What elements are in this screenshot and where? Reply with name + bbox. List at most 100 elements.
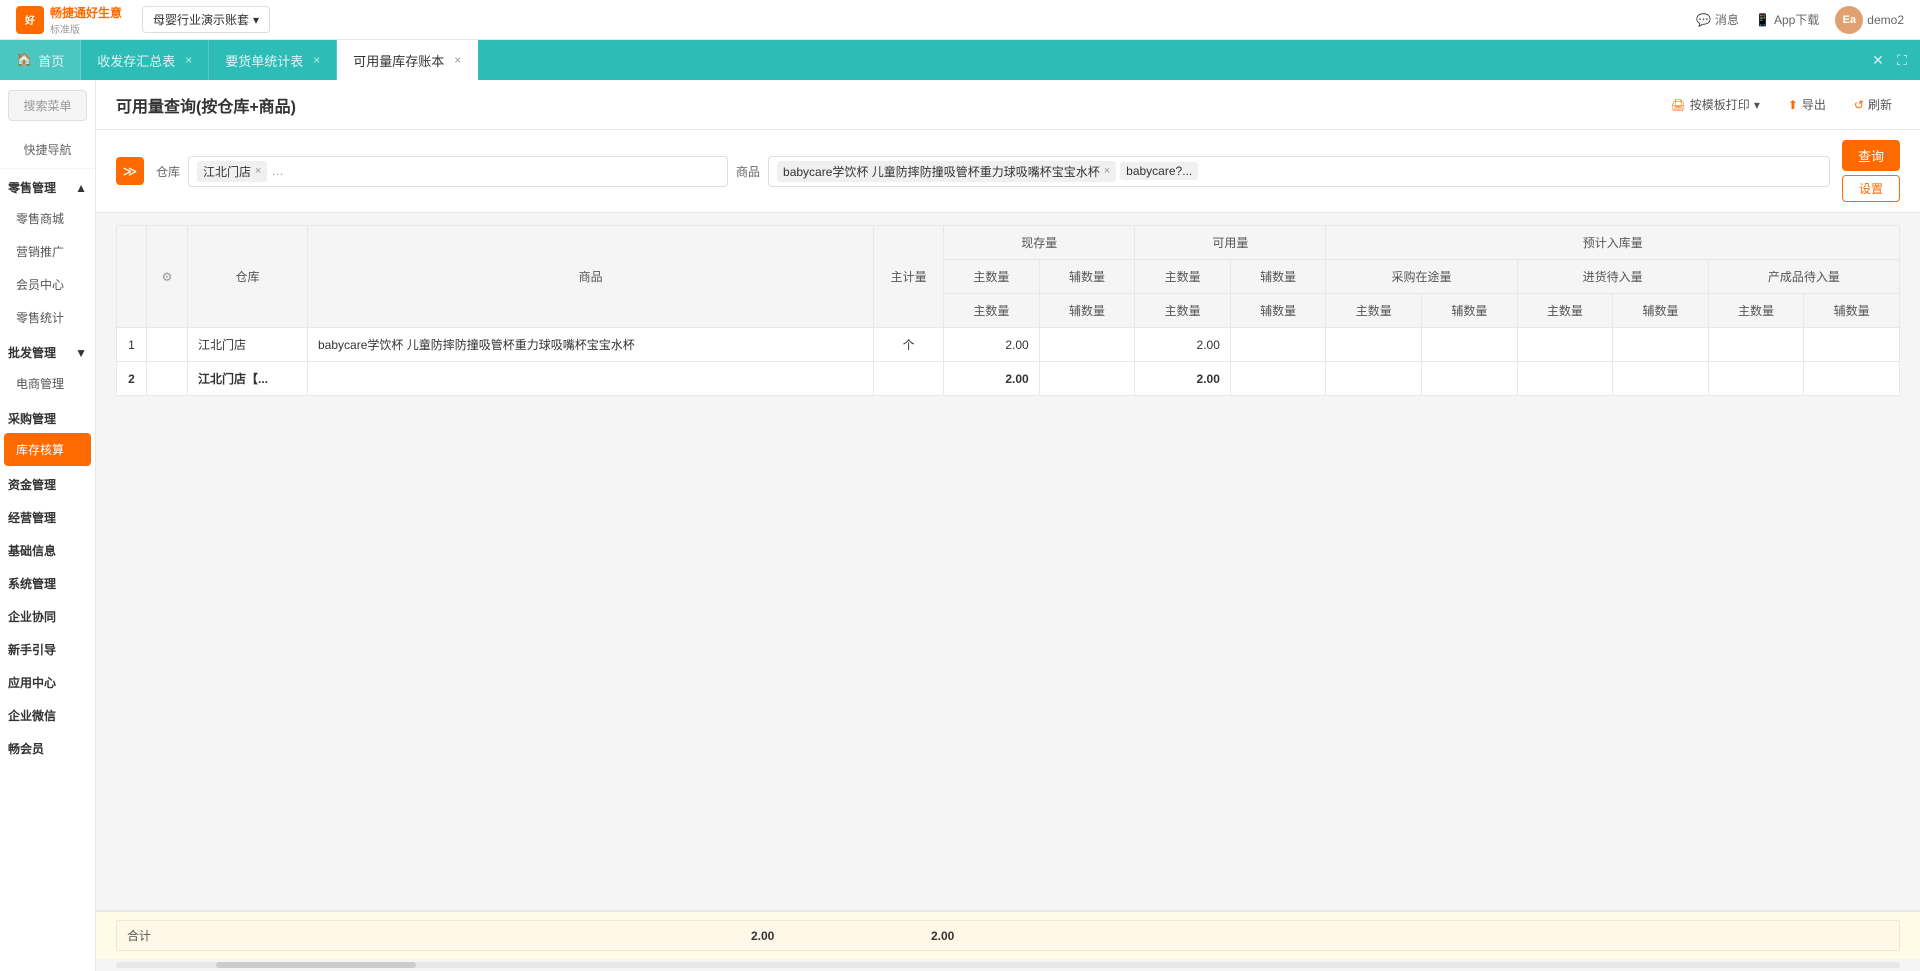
product-filter-input[interactable]: babycare学饮杯 儿童防摔防撞吸管杯重力球吸嘴杯宝宝水杯 × babyca…	[768, 156, 1830, 187]
sidebar-item-ecommerce[interactable]: 电商管理	[0, 367, 95, 400]
user-area[interactable]: Ea demo2	[1835, 6, 1904, 34]
th-purchase-transit: 采购在途量	[1326, 260, 1517, 294]
product-tag2-text: babycare?...	[1126, 164, 1192, 178]
row1-product: babycare学饮杯 儿童防摔防撞吸管杯重力球吸嘴杯宝宝水杯	[308, 328, 874, 362]
tab-available-ledger[interactable]: 可用量库存账本 ×	[337, 40, 478, 80]
sidebar-item-marketing[interactable]: 营销推广	[0, 235, 95, 268]
th-purchase-pending: 进货待入量	[1517, 260, 1708, 294]
table-row: 2 江北门店【... 2.00 2.00	[117, 362, 1900, 396]
warehouse-tag-close[interactable]: ×	[255, 165, 261, 177]
sidebar-quick-nav[interactable]: 快捷导航	[0, 131, 95, 169]
tab-home[interactable]: 🏠 首页	[0, 40, 81, 80]
th-pp-main: 主数量	[1517, 294, 1613, 328]
close-window-btn[interactable]: ✕	[1870, 52, 1886, 68]
sidebar-section-basic[interactable]: 基础信息	[0, 532, 95, 565]
chevron-down-icon: ▾	[253, 13, 259, 27]
appstore-section-label: 应用中心	[8, 674, 56, 691]
row2-num: 2	[117, 362, 147, 396]
tab-receive-summary[interactable]: 收发存汇总表 ×	[81, 40, 209, 80]
filter-toggle-btn[interactable]: ≫	[116, 157, 144, 185]
product-tag-babycare2: babycare?...	[1120, 162, 1198, 180]
home-icon: 🏠	[16, 52, 32, 68]
filter-actions: 查询 设置	[1842, 140, 1900, 202]
row1-current-aux	[1039, 328, 1135, 362]
sidebar-section-system[interactable]: 系统管理	[0, 565, 95, 598]
wechat-section-label: 企业微信	[8, 707, 56, 724]
sidebar-section-enterprise[interactable]: 企业协同	[0, 598, 95, 631]
print-btn[interactable]: 🖨 按模板打印 ▾	[1663, 92, 1768, 117]
tab-home-label: 首页	[38, 51, 64, 70]
warehouse-tag-text: 江北门店	[203, 163, 251, 180]
product-tag-close[interactable]: ×	[1104, 165, 1110, 177]
row1-current-main: 2.00	[944, 328, 1040, 362]
footer-available-main: 2.00	[854, 929, 954, 943]
app-download-label: App下载	[1774, 11, 1819, 28]
query-button[interactable]: 查询	[1842, 140, 1900, 171]
row2-unit	[874, 362, 944, 396]
horizontal-scrollbar[interactable]	[96, 959, 1920, 971]
sidebar-item-retail-stats[interactable]: 零售统计	[0, 301, 95, 334]
product-tag-text: babycare学饮杯 儿童防摔防撞吸管杯重力球吸嘴杯宝宝水杯	[783, 163, 1100, 180]
retail-section-label: 零售管理	[8, 179, 56, 196]
footer-label: 合计	[127, 927, 207, 944]
sidebar-section-retail[interactable]: 零售管理 ▲	[0, 169, 95, 202]
export-label: 导出	[1802, 96, 1826, 113]
setting-button[interactable]: 设置	[1842, 175, 1900, 202]
top-bar: 好 畅捷通好生意 标准版 母婴行业演示账套 ▾ 💬 消息 📱 App下载 Ea …	[0, 0, 1920, 40]
refresh-btn[interactable]: ↺ 刷新	[1846, 92, 1900, 117]
row1-pp-aux	[1613, 328, 1709, 362]
avatar: Ea	[1835, 6, 1863, 34]
scroll-thumb[interactable]	[216, 962, 416, 968]
sidebar-section-wechat[interactable]: 企业微信	[0, 697, 95, 730]
top-bar-left: 好 畅捷通好生意 标准版 母婴行业演示账套 ▾	[16, 4, 270, 36]
wholesale-expand-icon: ▼	[75, 346, 87, 360]
export-icon: ⬆	[1788, 98, 1798, 112]
tab-receive-summary-close[interactable]: ×	[185, 53, 192, 67]
sidebar-section-vip[interactable]: 畅会员	[0, 730, 95, 763]
th-pp-aux: 辅数量	[1613, 294, 1709, 328]
tab-order-stats[interactable]: 要货单统计表 ×	[209, 40, 337, 80]
print-label: 按模板打印	[1690, 96, 1750, 113]
th-available-aux: 辅数量	[1230, 260, 1326, 294]
filter-bar: ≫ 仓库 江北门店 × … 商品 babycare学饮杯 儿童防摔防撞吸管杯重力…	[96, 130, 1920, 213]
th-production-pending: 产成品待入量	[1708, 260, 1899, 294]
tab-receive-summary-label: 收发存汇总表	[97, 51, 175, 70]
sidebar-item-inventory[interactable]: 库存核算	[4, 433, 91, 466]
sidebar-section-appstore[interactable]: 应用中心	[0, 664, 95, 697]
row1-prod-aux	[1804, 328, 1900, 362]
sidebar-section-newbie[interactable]: 新手引导	[0, 631, 95, 664]
th-available-main: 主数量	[1135, 260, 1231, 294]
logo-area: 好 畅捷通好生意 标准版	[16, 4, 122, 36]
industry-selector[interactable]: 母婴行业演示账套 ▾	[142, 6, 270, 33]
message-label: 消息	[1715, 11, 1739, 28]
th-product: 商品	[308, 226, 874, 328]
warehouse-filter-input[interactable]: 江北门店 × …	[188, 156, 728, 187]
wholesale-section-label: 批发管理	[8, 344, 56, 361]
warehouse-filter-more[interactable]: …	[271, 164, 283, 178]
user-name: demo2	[1867, 13, 1904, 27]
row1-num: 1	[117, 328, 147, 362]
sidebar-section-wholesale[interactable]: 批发管理 ▼	[0, 334, 95, 367]
vip-section-label: 畅会员	[8, 740, 44, 757]
search-menu-btn[interactable]: 搜索菜单	[8, 90, 87, 121]
sidebar-section-operations[interactable]: 经营管理	[0, 499, 95, 532]
sidebar-item-retail-mall[interactable]: 零售商城	[0, 202, 95, 235]
app-download-btn[interactable]: 📱 App下载	[1755, 11, 1819, 28]
th-prod-main: 主数量	[1708, 294, 1804, 328]
footer-current-main: 2.00	[674, 929, 774, 943]
tab-order-stats-close[interactable]: ×	[313, 53, 320, 67]
export-btn[interactable]: ⬆ 导出	[1780, 92, 1834, 117]
sidebar-section-purchase[interactable]: 采购管理	[0, 400, 95, 433]
th-pt-aux: 辅数量	[1422, 294, 1518, 328]
message-btn[interactable]: 💬 消息	[1696, 11, 1739, 28]
row2-pp-aux	[1613, 362, 1709, 396]
tab-available-ledger-close[interactable]: ×	[454, 53, 461, 67]
table-settings-icon[interactable]: ⚙	[157, 267, 177, 287]
row2-prod-aux	[1804, 362, 1900, 396]
expand-window-btn[interactable]: ⛶	[1894, 52, 1910, 68]
sidebar-section-finance[interactable]: 资金管理	[0, 466, 95, 499]
sidebar-item-members[interactable]: 会员中心	[0, 268, 95, 301]
row2-current-main: 2.00	[944, 362, 1040, 396]
product-tag-babycare: babycare学饮杯 儿童防摔防撞吸管杯重力球吸嘴杯宝宝水杯 ×	[777, 161, 1116, 182]
th-current-stock: 现存量	[944, 226, 1135, 260]
